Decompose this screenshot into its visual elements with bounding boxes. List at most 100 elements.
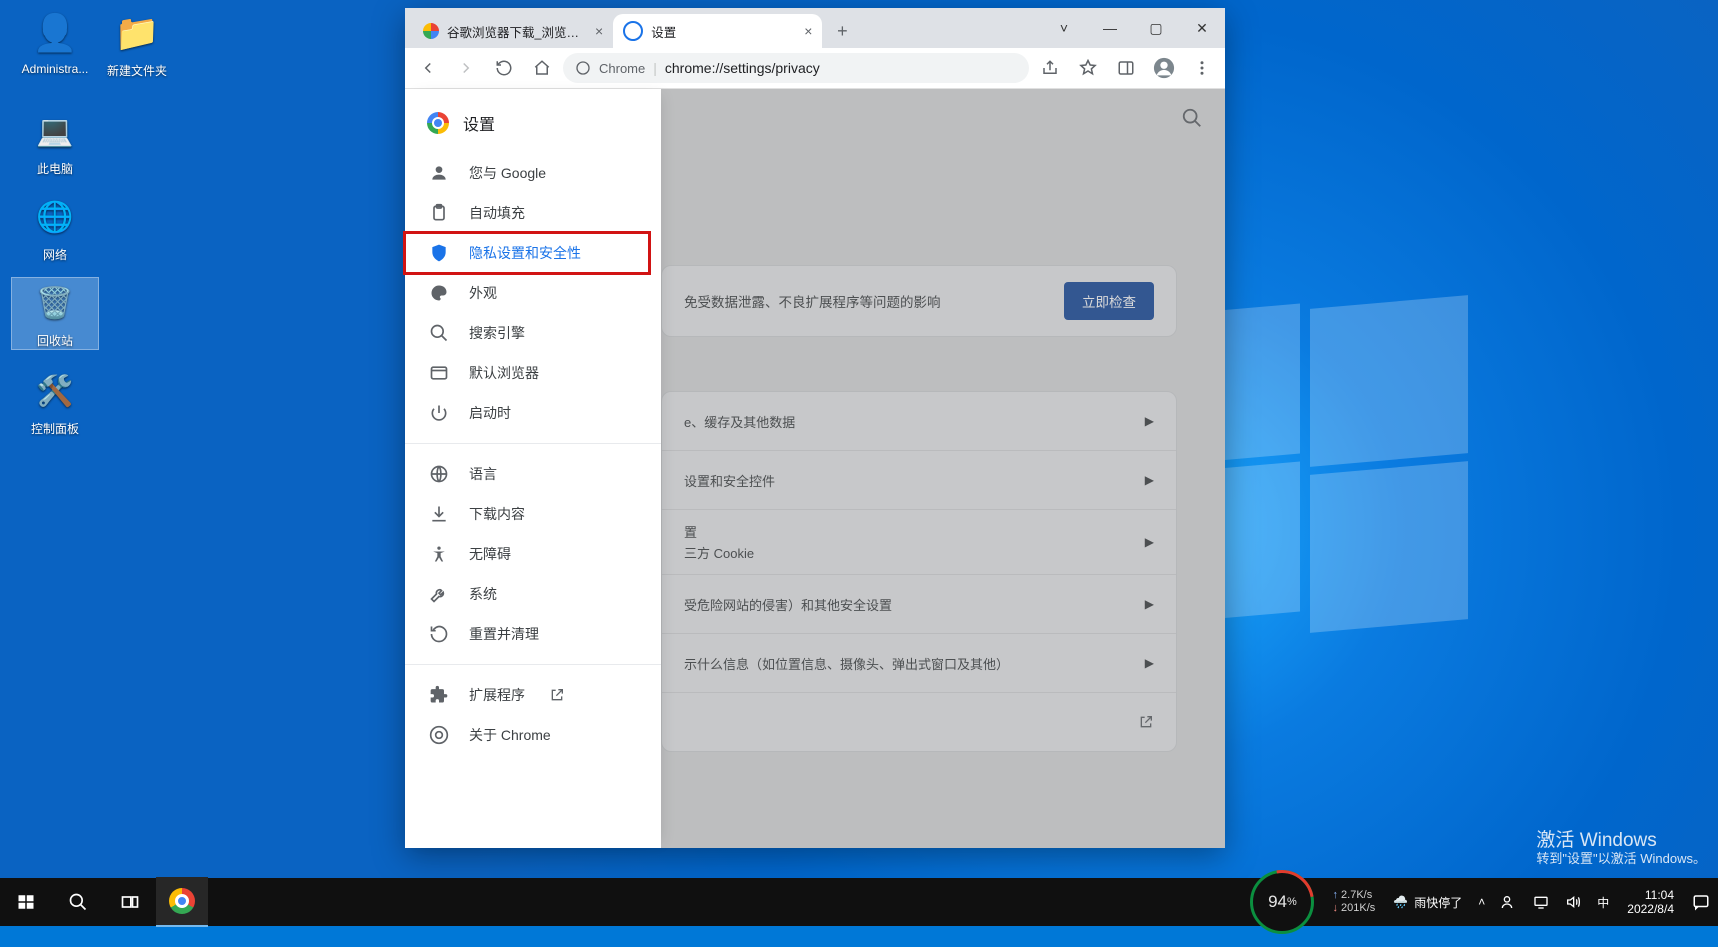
ext-icon — [429, 685, 449, 705]
tab-strip: 谷歌浏览器下载_浏览器官网入口 × 设置 × + — [405, 14, 1041, 48]
page-dim-overlay — [661, 89, 1225, 848]
sidebar-item-label: 无障碍 — [469, 544, 511, 564]
download-icon — [429, 504, 449, 524]
url-text: chrome://settings/privacy — [665, 60, 820, 76]
new-tab-button[interactable]: + — [828, 17, 856, 45]
tray-volume-icon[interactable] — [1557, 878, 1589, 926]
window-collapse-button[interactable]: ˅ — [1041, 8, 1087, 48]
sidebar-item-clipboard[interactable]: 自动填充 — [405, 193, 649, 233]
weather-tray[interactable]: 🌧️雨快停了 — [1385, 878, 1470, 926]
sidebar-item-label: 自动填充 — [469, 203, 525, 223]
menu-button[interactable] — [1185, 51, 1219, 85]
sidebar-item-label: 隐私设置和安全性 — [469, 243, 581, 263]
window-minimize-button[interactable]: — — [1087, 8, 1133, 48]
tray-clock[interactable]: 11:042022/8/4 — [1617, 888, 1684, 916]
desktop-icon-network[interactable]: 🌐网络 — [12, 192, 98, 263]
tray-people-icon[interactable] — [1493, 878, 1525, 926]
system-tray: 94% ↑ 2.7K/s ↓ 201K/s 🌧️雨快停了 ˄ 中 11:0420… — [1250, 878, 1718, 926]
recycle-bin-icon: 🗑️ — [30, 278, 80, 328]
tray-overflow-button[interactable]: ˄ — [1470, 878, 1493, 926]
share-button[interactable] — [1033, 51, 1067, 85]
action-center-button[interactable] — [1684, 878, 1718, 926]
tab-close-icon[interactable]: × — [804, 23, 812, 39]
desktop-icon-control-panel[interactable]: 🛠️控制面板 — [12, 366, 98, 437]
power-icon — [429, 403, 449, 423]
window-close-button[interactable]: ✕ — [1179, 8, 1225, 48]
forward-button[interactable] — [449, 51, 483, 85]
sidepanel-button[interactable] — [1109, 51, 1143, 85]
tray-ime[interactable]: 中 — [1589, 878, 1617, 926]
sidebar-item-label: 关于 Chrome — [469, 725, 551, 745]
desktop-icon-new-folder[interactable]: 📁新建文件夹 — [94, 8, 180, 79]
sidebar-item-label: 语言 — [469, 464, 497, 484]
reload-button[interactable] — [487, 51, 521, 85]
settings-page: 免受数据泄露、不良扩展程序等问题的影响 立即检查 e、缓存及其他数据▶ 设置和安… — [661, 89, 1225, 848]
sidebar-item-wrench[interactable]: 系统 — [405, 574, 649, 614]
sidebar-item-label: 启动时 — [469, 403, 511, 423]
taskbar-chrome[interactable] — [156, 877, 208, 927]
tab-title: 设置 — [651, 22, 676, 41]
tab-title: 谷歌浏览器下载_浏览器官网入口 — [447, 22, 587, 41]
sidebar-item-shield[interactable]: 隐私设置和安全性 — [405, 233, 649, 273]
sidebar-item-download[interactable]: 下载内容 — [405, 494, 649, 534]
desktop: 👤Administra... 📁新建文件夹 💻此电脑 🌐网络 🗑️回收站 🛠️控… — [0, 0, 1718, 926]
address-bar[interactable]: Chrome | chrome://settings/privacy — [563, 53, 1029, 83]
tab-downloads-site[interactable]: 谷歌浏览器下载_浏览器官网入口 × — [413, 14, 613, 48]
network-icon: 🌐 — [30, 192, 80, 242]
settings-title: 设置 — [463, 111, 495, 135]
shield-icon — [429, 243, 449, 263]
tray-network-icon[interactable] — [1525, 878, 1557, 926]
sidebar-item-chrome[interactable]: 关于 Chrome — [405, 715, 649, 755]
sidebar-item-ext[interactable]: 扩展程序 — [405, 675, 649, 715]
person-icon — [429, 163, 449, 183]
sidebar-item-label: 外观 — [469, 283, 497, 303]
settings-sidebar: 设置 您与 Google 自动填充隐私设置和安全性外观搜索引擎默认浏览器启动时 语… — [405, 89, 661, 848]
tab-close-icon[interactable]: × — [595, 23, 603, 39]
chrome-icon — [169, 888, 195, 914]
sidebar-item-access[interactable]: 无障碍 — [405, 534, 649, 574]
sidebar-item-globe[interactable]: 语言 — [405, 454, 649, 494]
globe-icon — [429, 464, 449, 484]
taskbar: 94% ↑ 2.7K/s ↓ 201K/s 🌧️雨快停了 ˄ 中 11:0420… — [0, 878, 1718, 926]
sidebar-item-label: 系统 — [469, 584, 497, 604]
browser-icon — [429, 363, 449, 383]
control-panel-icon: 🛠️ — [30, 366, 80, 416]
chrome-window: 谷歌浏览器下载_浏览器官网入口 × 设置 × + ˅ — ▢ ✕ — [405, 8, 1225, 848]
titlebar[interactable]: 谷歌浏览器下载_浏览器官网入口 × 设置 × + ˅ — ▢ ✕ — [405, 8, 1225, 48]
monitor-icon: 💻 — [30, 106, 80, 156]
chrome-icon — [429, 725, 449, 745]
start-button[interactable] — [0, 878, 52, 926]
back-button[interactable] — [411, 51, 445, 85]
home-button[interactable] — [525, 51, 559, 85]
taskbar-search-button[interactable] — [52, 878, 104, 926]
folder-icon: 📁 — [112, 8, 162, 58]
sidebar-item-restore[interactable]: 重置并清理 — [405, 614, 649, 654]
sidebar-separator — [405, 664, 661, 665]
task-view-button[interactable] — [104, 878, 156, 926]
sidebar-item-palette[interactable]: 外观 — [405, 273, 649, 313]
sidebar-item-browser[interactable]: 默认浏览器 — [405, 353, 649, 393]
chrome-logo-icon — [427, 112, 449, 134]
profile-button[interactable] — [1147, 51, 1181, 85]
network-meter-badge[interactable]: 94% — [1250, 870, 1314, 934]
search-icon — [429, 323, 449, 343]
url-scheme-label: Chrome — [599, 61, 645, 76]
tab-settings[interactable]: 设置 × — [613, 14, 822, 48]
sidebar-item-search[interactable]: 搜索引擎 — [405, 313, 649, 353]
settings-favicon-icon — [623, 21, 643, 41]
sidebar-item-power[interactable]: 启动时 — [405, 393, 649, 433]
window-maximize-button[interactable]: ▢ — [1133, 8, 1179, 48]
user-folder-icon: 👤 — [30, 8, 80, 58]
restore-icon — [429, 624, 449, 644]
palette-icon — [429, 283, 449, 303]
chrome-favicon-icon — [423, 23, 439, 39]
sidebar-item-label: 扩展程序 — [469, 685, 525, 705]
desktop-icon-recycle-bin[interactable]: 🗑️回收站 — [12, 278, 98, 349]
sidebar-item-person[interactable]: 您与 Google — [405, 153, 649, 193]
sidebar-item-label: 您与 Google — [469, 163, 546, 183]
chrome-scheme-icon — [575, 60, 591, 76]
bookmark-button[interactable] — [1071, 51, 1105, 85]
desktop-icon-this-pc[interactable]: 💻此电脑 — [12, 106, 98, 177]
desktop-icon-administrator[interactable]: 👤Administra... — [12, 8, 98, 76]
clipboard-icon — [429, 203, 449, 223]
